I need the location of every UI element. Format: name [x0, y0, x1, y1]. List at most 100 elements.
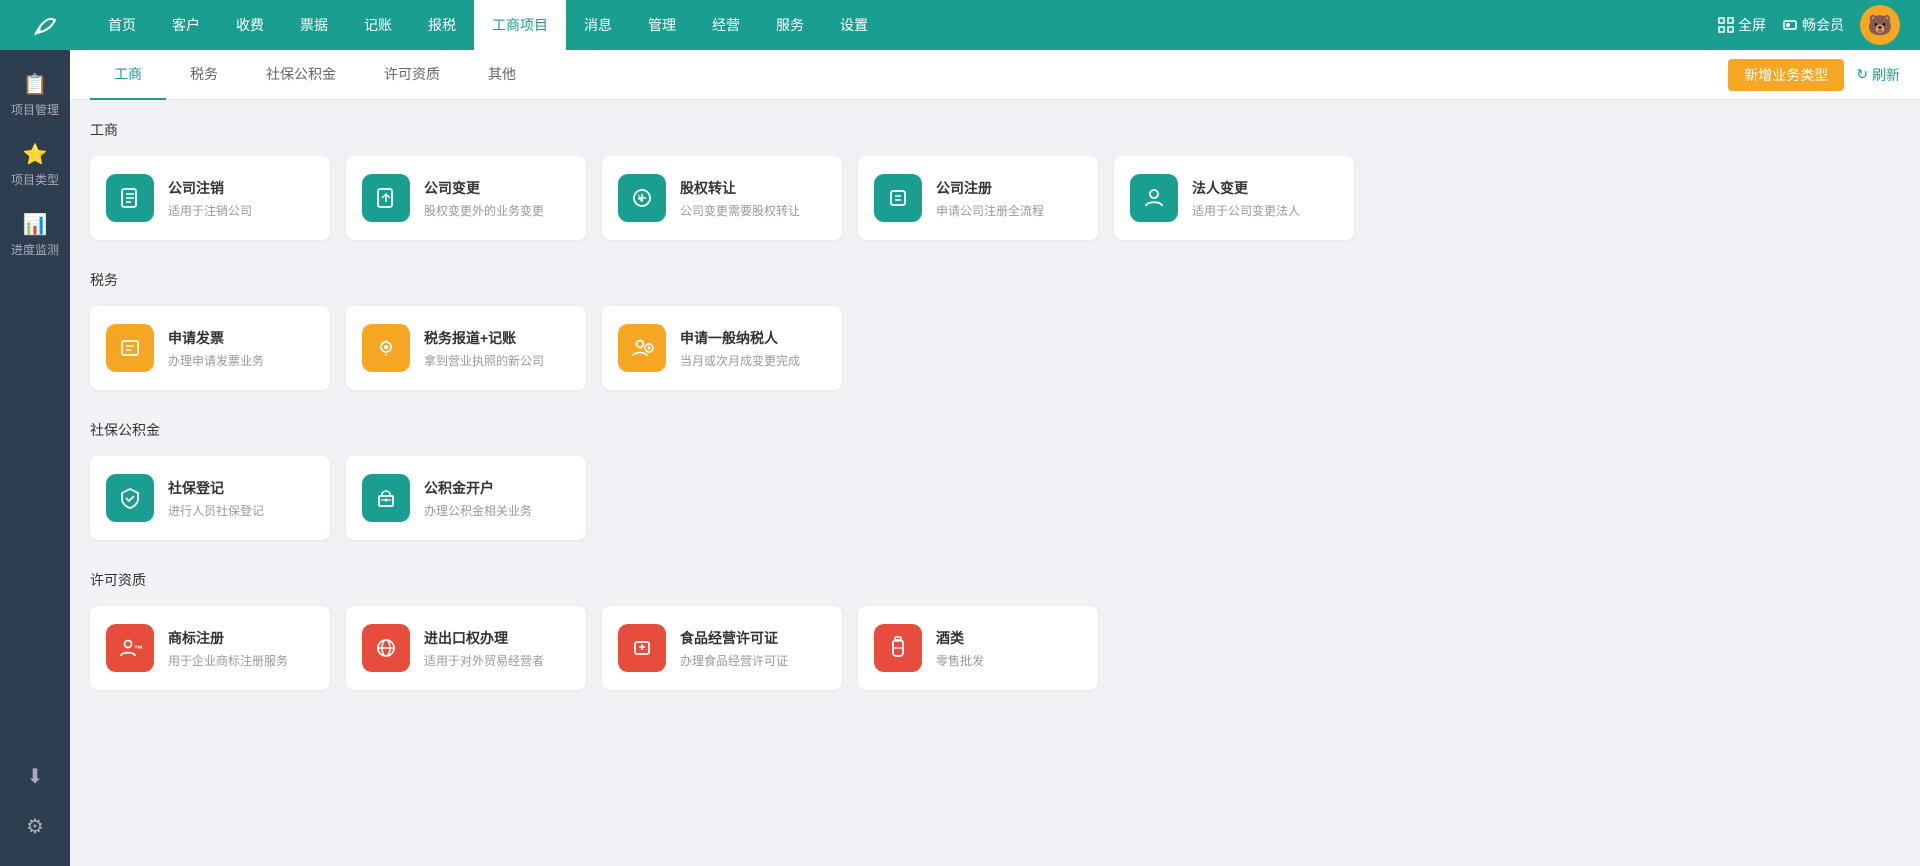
card-food-permit[interactable]: 食品经营许可证 办理食品经营许可证	[602, 606, 842, 690]
card-company-cancel[interactable]: 公司注销 适用于注销公司	[90, 156, 330, 240]
tab-xuke[interactable]: 许可资质	[360, 51, 464, 100]
refresh-icon: ↻	[1856, 66, 1868, 83]
card-info-company-cancel: 公司注销 适用于注销公司	[168, 178, 252, 219]
card-info-legal-change: 法人变更 适用于公司变更法人	[1192, 178, 1300, 219]
card-desc-equity-transfer: 公司变更需要股权转让	[680, 202, 800, 219]
nav-customer[interactable]: 客户	[154, 0, 218, 50]
card-desc-legal-change: 适用于公司变更法人	[1192, 202, 1300, 219]
card-apply-invoice[interactable]: 申请发票 办理申请发票业务	[90, 306, 330, 390]
sidebar-item-progress[interactable]: 📊 进度监测	[0, 200, 70, 270]
scroll-content[interactable]: 工商 公司注销 适用于注销公司 公司变更	[70, 100, 1920, 866]
card-desc-tax-accounting: 拿到营业执照的新公司	[424, 352, 544, 369]
card-desc-liquor: 零售批发	[936, 652, 984, 669]
nav-tax[interactable]: 报税	[410, 0, 474, 50]
card-desc-social-insurance: 进行人员社保登记	[168, 502, 264, 519]
card-title-social-insurance: 社保登记	[168, 478, 264, 498]
card-icon-company-cancel	[106, 174, 154, 222]
card-desc-company-change: 股权变更外的业务变更	[424, 202, 544, 219]
progress-icon: 📊	[23, 212, 48, 237]
nav-bizproject[interactable]: 工商项目	[474, 0, 566, 50]
fullscreen-button[interactable]: 全屏	[1718, 15, 1766, 35]
nav-accounting[interactable]: 记账	[346, 0, 410, 50]
nav-operation[interactable]: 经营	[694, 0, 758, 50]
nav-home[interactable]: 首页	[90, 0, 154, 50]
sidebar-item-project-manage[interactable]: 📋 项目管理	[0, 60, 70, 130]
nav-message[interactable]: 消息	[566, 0, 630, 50]
card-company-register[interactable]: 公司注册 申请公司注册全流程	[858, 156, 1098, 240]
top-navigation: 首页 客户 收费 票据 记账 报税 工商项目 消息 管理 经营 服务 设置 全屏…	[0, 0, 1920, 50]
card-icon-equity-transfer: ¥	[618, 174, 666, 222]
sidebar-label-progress: 进度监测	[11, 241, 59, 258]
card-icon-trademark: ™	[106, 624, 154, 672]
project-manage-icon: 📋	[23, 72, 48, 97]
card-title-tax-accounting: 税务报道+记账	[424, 328, 544, 348]
tab-other[interactable]: 其他	[464, 51, 540, 100]
card-desc-company-cancel: 适用于注销公司	[168, 202, 252, 219]
card-title-equity-transfer: 股权转让	[680, 178, 800, 198]
card-title-housing-fund: 公积金开户	[424, 478, 532, 498]
add-type-button[interactable]: 新增业务类型	[1728, 59, 1844, 91]
card-title-company-cancel: 公司注销	[168, 178, 252, 198]
card-title-legal-change: 法人变更	[1192, 178, 1300, 198]
card-desc-trademark: 用于企业商标注册服务	[168, 652, 288, 669]
mascot-icon: 🐻	[1860, 5, 1900, 45]
sidebar-download-icon[interactable]: ⬇	[15, 756, 55, 796]
card-title-company-register: 公司注册	[936, 178, 1044, 198]
cards-shuiwu: 申请发票 办理申请发票业务 税务报道+记账 拿到营业执照的新公司	[90, 306, 1900, 390]
card-desc-housing-fund: 办理公积金相关业务	[424, 502, 532, 519]
nav-service[interactable]: 服务	[758, 0, 822, 50]
card-info-social-insurance: 社保登记 进行人员社保登记	[168, 478, 264, 519]
card-title-food-permit: 食品经营许可证	[680, 628, 788, 648]
card-info-housing-fund: 公积金开户 办理公积金相关业务	[424, 478, 532, 519]
card-apply-taxpayer[interactable]: 申请一般纳税人 当月或次月成变更完成	[602, 306, 842, 390]
tab-actions: 新增业务类型 ↻ 刷新	[1728, 59, 1900, 91]
sidebar-item-project-type[interactable]: ⭐ 项目类型	[0, 130, 70, 200]
card-legal-change[interactable]: 法人变更 适用于公司变更法人	[1114, 156, 1354, 240]
nav-manage[interactable]: 管理	[630, 0, 694, 50]
card-liquor[interactable]: 酒类 零售批发	[858, 606, 1098, 690]
card-equity-transfer[interactable]: ¥ 股权转让 公司变更需要股权转让	[602, 156, 842, 240]
sidebar-label-project-manage: 项目管理	[11, 101, 59, 118]
sidebar-bottom: ⬇ ⚙	[15, 756, 55, 866]
card-info-apply-invoice: 申请发票 办理申请发票业务	[168, 328, 264, 369]
tab-gongshang[interactable]: 工商	[90, 51, 166, 100]
section-title-shebao: 社保公积金	[90, 420, 1900, 440]
tab-shuiwu[interactable]: 税务	[166, 51, 242, 100]
card-icon-apply-invoice	[106, 324, 154, 372]
logo	[20, 0, 70, 50]
card-info-liquor: 酒类 零售批发	[936, 628, 984, 669]
refresh-button[interactable]: ↻ 刷新	[1856, 65, 1900, 85]
card-icon-apply-taxpayer	[618, 324, 666, 372]
card-title-company-change: 公司变更	[424, 178, 544, 198]
card-icon-legal-change	[1130, 174, 1178, 222]
card-info-tax-accounting: 税务报道+记账 拿到营业执照的新公司	[424, 328, 544, 369]
tabs: 工商 税务 社保公积金 许可资质 其他	[90, 50, 540, 99]
nav-settings[interactable]: 设置	[822, 0, 886, 50]
card-info-import-export: 进出口权办理 适用于对外贸易经营者	[424, 628, 544, 669]
card-icon-housing-fund	[362, 474, 410, 522]
card-info-trademark: 商标注册 用于企业商标注册服务	[168, 628, 288, 669]
card-desc-company-register: 申请公司注册全流程	[936, 202, 1044, 219]
fullscreen-label: 全屏	[1738, 15, 1766, 35]
nav-invoice[interactable]: 票据	[282, 0, 346, 50]
card-company-change[interactable]: 公司变更 股权变更外的业务变更	[346, 156, 586, 240]
left-sidebar: 📋 项目管理 ⭐ 项目类型 📊 进度监测 ⬇ ⚙	[0, 50, 70, 866]
member-button[interactable]: 畅会员	[1782, 15, 1844, 35]
card-trademark[interactable]: ™ 商标注册 用于企业商标注册服务	[90, 606, 330, 690]
sidebar-label-project-type: 项目类型	[11, 171, 59, 188]
tab-shebao[interactable]: 社保公积金	[242, 51, 360, 100]
cards-xuke: ™ 商标注册 用于企业商标注册服务 进出口权办理 适用于对外贸易经营者	[90, 606, 1900, 690]
tab-bar: 工商 税务 社保公积金 许可资质 其他 新增业务类型 ↻ 刷新	[70, 50, 1920, 100]
card-import-export[interactable]: 进出口权办理 适用于对外贸易经营者	[346, 606, 586, 690]
nav-items: 首页 客户 收费 票据 记账 报税 工商项目 消息 管理 经营 服务 设置	[90, 0, 1718, 50]
card-social-insurance[interactable]: 社保登记 进行人员社保登记	[90, 456, 330, 540]
card-housing-fund[interactable]: 公积金开户 办理公积金相关业务	[346, 456, 586, 540]
card-desc-food-permit: 办理食品经营许可证	[680, 652, 788, 669]
main-layout: 📋 项目管理 ⭐ 项目类型 📊 进度监测 ⬇ ⚙ 工商 税务 社保公积金 许可资…	[0, 50, 1920, 866]
nav-fee[interactable]: 收费	[218, 0, 282, 50]
content-area: 工商 税务 社保公积金 许可资质 其他 新增业务类型 ↻ 刷新 工商	[70, 50, 1920, 866]
card-tax-accounting[interactable]: 税务报道+记账 拿到营业执照的新公司	[346, 306, 586, 390]
member-label: 畅会员	[1802, 15, 1844, 35]
card-title-apply-invoice: 申请发票	[168, 328, 264, 348]
sidebar-settings-icon[interactable]: ⚙	[15, 806, 55, 846]
